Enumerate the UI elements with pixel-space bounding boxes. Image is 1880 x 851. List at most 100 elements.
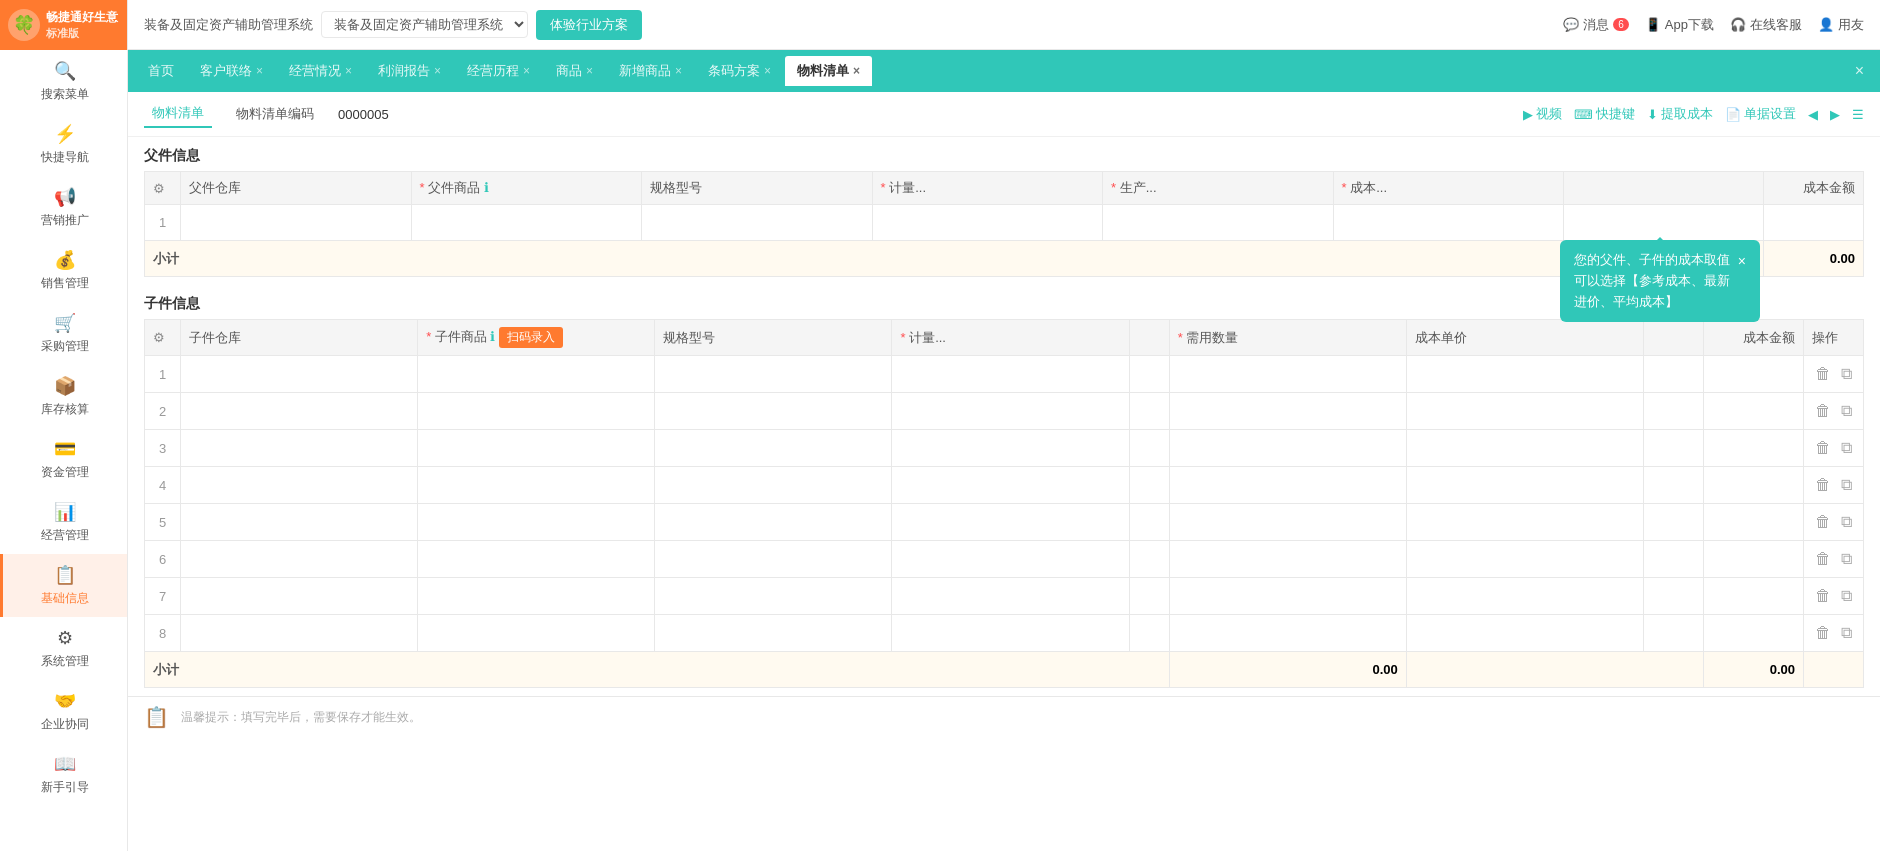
parent-cost-input[interactable] bbox=[1334, 205, 1564, 240]
child-4-unitcost-input[interactable] bbox=[1407, 467, 1643, 503]
child-6-qty-input[interactable] bbox=[1170, 541, 1406, 577]
child-2-spec-input[interactable] bbox=[655, 393, 891, 429]
child-5-copy-btn[interactable]: ⧉ bbox=[1839, 511, 1854, 533]
child-2-unit-input[interactable] bbox=[892, 393, 1128, 429]
child-3-copy-btn[interactable]: ⧉ bbox=[1839, 437, 1854, 459]
child-row-1-unitcost[interactable] bbox=[1406, 356, 1643, 393]
single-settings-btn[interactable]: 📄 单据设置 bbox=[1725, 105, 1796, 123]
sidebar-item-inventory[interactable]: 📦 库存核算 bbox=[0, 365, 127, 428]
sidebar-item-enterprise[interactable]: 🤝 企业协同 bbox=[0, 680, 127, 743]
nav-prev-btn[interactable]: ◀ bbox=[1808, 107, 1818, 122]
shortcut-btn[interactable]: ⌨ 快捷键 bbox=[1574, 105, 1635, 123]
tab-customer-close[interactable]: × bbox=[256, 64, 263, 78]
child-3-goods-input[interactable] bbox=[418, 430, 654, 466]
child-3-unitcost-input[interactable] bbox=[1407, 430, 1643, 466]
nav-next-btn[interactable]: ▶ bbox=[1830, 107, 1840, 122]
sidebar-item-marketing[interactable]: 📢 营销推广 bbox=[0, 176, 127, 239]
extract-cost-btn[interactable]: ⬇ 提取成本 bbox=[1647, 105, 1713, 123]
tab-customer[interactable]: 客户联络 × bbox=[188, 56, 275, 86]
child-6-unit-input[interactable] bbox=[892, 541, 1128, 577]
scan-button[interactable]: 扫码录入 bbox=[499, 327, 563, 348]
child-4-unit-input[interactable] bbox=[892, 467, 1128, 503]
child-5-warehouse-input[interactable] bbox=[181, 504, 417, 540]
sidebar-item-system[interactable]: ⚙ 系统管理 bbox=[0, 617, 127, 680]
child-7-copy-btn[interactable]: ⧉ bbox=[1839, 585, 1854, 607]
child-2-goods-input[interactable] bbox=[418, 393, 654, 429]
child-5-unitcost-input[interactable] bbox=[1407, 504, 1643, 540]
child-row-1-unit[interactable] bbox=[892, 356, 1129, 393]
tab-profit[interactable]: 利润报告 × bbox=[366, 56, 453, 86]
child-1-unit-input[interactable] bbox=[892, 356, 1128, 392]
expand-btn[interactable]: ☰ bbox=[1852, 107, 1864, 122]
tab-barcode-close[interactable]: × bbox=[764, 64, 771, 78]
sidebar-item-quicknav[interactable]: ⚡ 快捷导航 bbox=[0, 113, 127, 176]
sidebar-item-search[interactable]: 🔍 搜索菜单 bbox=[0, 50, 127, 113]
parent-warehouse-input[interactable] bbox=[181, 205, 411, 240]
child-4-qty-input[interactable] bbox=[1170, 467, 1406, 503]
child-4-goods-input[interactable] bbox=[418, 467, 654, 503]
tab-barcode[interactable]: 条码方案 × bbox=[696, 56, 783, 86]
child-7-qty-input[interactable] bbox=[1170, 578, 1406, 614]
child-7-delete-btn[interactable]: 🗑 bbox=[1813, 585, 1833, 607]
child-7-spec-input[interactable] bbox=[655, 578, 891, 614]
close-all-tabs[interactable]: × bbox=[1847, 62, 1872, 80]
messages-item[interactable]: 💬 消息 6 bbox=[1563, 16, 1629, 34]
child-3-warehouse-input[interactable] bbox=[181, 430, 417, 466]
child-6-copy-btn[interactable]: ⧉ bbox=[1839, 548, 1854, 570]
parent-goods-info-icon[interactable]: ℹ bbox=[484, 180, 489, 195]
tab-bom-close[interactable]: × bbox=[853, 64, 860, 78]
child-row-1-spec[interactable] bbox=[655, 356, 892, 393]
sidebar-item-purchase[interactable]: 🛒 采购管理 bbox=[0, 302, 127, 365]
tab-history-close[interactable]: × bbox=[523, 64, 530, 78]
sidebar-item-operations[interactable]: 📊 经营管理 bbox=[0, 491, 127, 554]
child-6-spec-input[interactable] bbox=[655, 541, 891, 577]
parent-goods-input[interactable] bbox=[412, 205, 642, 240]
child-4-spec-input[interactable] bbox=[655, 467, 891, 503]
tab-profit-close[interactable]: × bbox=[434, 64, 441, 78]
child-2-warehouse-input[interactable] bbox=[181, 393, 417, 429]
parent-spec-input[interactable] bbox=[642, 205, 872, 240]
tab-goods[interactable]: 商品 × bbox=[544, 56, 605, 86]
sidebar-item-guide[interactable]: 📖 新手引导 bbox=[0, 743, 127, 806]
tab-goods-close[interactable]: × bbox=[586, 64, 593, 78]
child-8-unitcost-input[interactable] bbox=[1407, 615, 1643, 651]
tab-history[interactable]: 经营历程 × bbox=[455, 56, 542, 86]
child-8-goods-input[interactable] bbox=[418, 615, 654, 651]
child-row-1-warehouse[interactable] bbox=[181, 356, 418, 393]
child-7-unitcost-input[interactable] bbox=[1407, 578, 1643, 614]
child-7-unit-input[interactable] bbox=[892, 578, 1128, 614]
child-7-warehouse-input[interactable] bbox=[181, 578, 417, 614]
sidebar-item-basic[interactable]: 📋 基础信息 bbox=[0, 554, 127, 617]
child-goods-info-icon[interactable]: ℹ bbox=[490, 329, 495, 344]
child-4-warehouse-input[interactable] bbox=[181, 467, 417, 503]
child-8-spec-input[interactable] bbox=[655, 615, 891, 651]
child-7-goods-input[interactable] bbox=[418, 578, 654, 614]
parent-row-1-unit[interactable] bbox=[872, 205, 1103, 241]
child-1-delete-btn[interactable]: 🗑 bbox=[1813, 363, 1833, 385]
system-selector[interactable]: 装备及固定资产辅助管理系统 bbox=[321, 11, 528, 38]
child-4-delete-btn[interactable]: 🗑 bbox=[1813, 474, 1833, 496]
child-row-1-goods[interactable] bbox=[418, 356, 655, 393]
child-8-warehouse-input[interactable] bbox=[181, 615, 417, 651]
child-1-unitcost-input[interactable] bbox=[1407, 356, 1643, 392]
parent-row-1-spec[interactable] bbox=[642, 205, 873, 241]
child-6-delete-btn[interactable]: 🗑 bbox=[1813, 548, 1833, 570]
sub-tab-bom[interactable]: 物料清单 bbox=[144, 100, 212, 128]
child-1-qty-input[interactable] bbox=[1170, 356, 1406, 392]
child-2-delete-btn[interactable]: 🗑 bbox=[1813, 400, 1833, 422]
parent-produce-input[interactable] bbox=[1103, 205, 1333, 240]
app-download-item[interactable]: 📱 App下载 bbox=[1645, 16, 1714, 34]
parent-row-1-produce[interactable] bbox=[1103, 205, 1334, 241]
sidebar-item-sales[interactable]: 💰 销售管理 bbox=[0, 239, 127, 302]
child-1-warehouse-input[interactable] bbox=[181, 356, 417, 392]
child-1-copy-btn[interactable]: ⧉ bbox=[1839, 363, 1854, 385]
child-3-qty-input[interactable] bbox=[1170, 430, 1406, 466]
tab-newgoods-close[interactable]: × bbox=[675, 64, 682, 78]
view-btn[interactable]: ▶ 视频 bbox=[1523, 105, 1562, 123]
user-item[interactable]: 👤 用友 bbox=[1818, 16, 1864, 34]
child-3-delete-btn[interactable]: 🗑 bbox=[1813, 437, 1833, 459]
tab-operations-status[interactable]: 经营情况 × bbox=[277, 56, 364, 86]
child-6-warehouse-input[interactable] bbox=[181, 541, 417, 577]
child-6-unitcost-input[interactable] bbox=[1407, 541, 1643, 577]
tooltip-close-btn[interactable]: × bbox=[1738, 250, 1746, 272]
